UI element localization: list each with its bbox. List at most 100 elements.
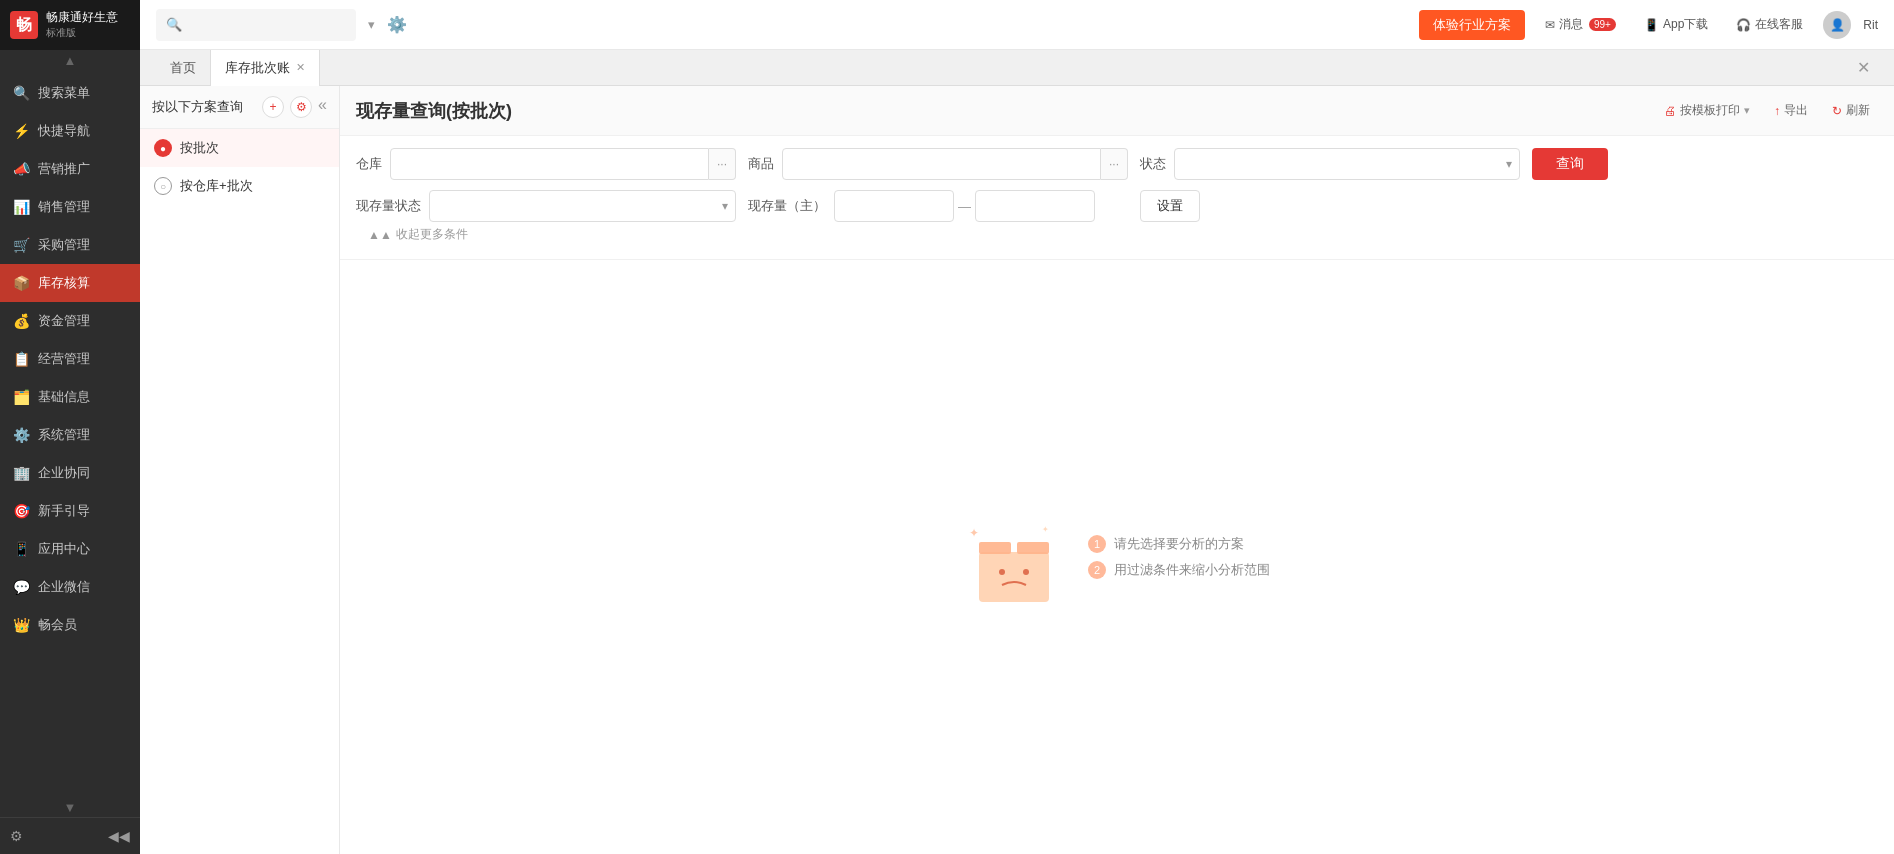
stock-qty-dash: — [958, 199, 971, 214]
message-icon: ✉ [1545, 18, 1555, 32]
sidebar-item-operations-label: 经营管理 [38, 350, 90, 368]
sidebar-item-guide-label: 新手引导 [38, 502, 90, 520]
sidebar-item-guide[interactable]: 🎯 新手引导 [0, 492, 140, 530]
app-download-button[interactable]: 📱 App下载 [1636, 12, 1716, 37]
stock-qty-filter: 现存量（主） — [748, 190, 1128, 222]
sidebar-item-marketing[interactable]: 📣 营销推广 [0, 150, 140, 188]
settings-button[interactable]: 设置 [1140, 190, 1200, 222]
product-more-button[interactable]: ··· [1101, 148, 1128, 180]
stock-status-label: 现存量状态 [356, 197, 421, 215]
appstore-icon: 📱 [12, 540, 30, 558]
sidebar-item-appstore[interactable]: 📱 应用中心 [0, 530, 140, 568]
tab-home[interactable]: 首页 [156, 50, 211, 86]
app-download-icon: 📱 [1644, 18, 1659, 32]
system-icon: ⚙️ [12, 426, 30, 444]
sidebar-item-enterprise[interactable]: 🏢 企业协同 [0, 454, 140, 492]
svg-rect-2 [1017, 542, 1049, 554]
sidebar-item-search[interactable]: 🔍 搜索菜单 [0, 74, 140, 112]
sidebar-item-system[interactable]: ⚙️ 系统管理 [0, 416, 140, 454]
stock-qty-range: — [834, 190, 1128, 222]
sidebar-item-purchase-label: 采购管理 [38, 236, 90, 254]
sidebar-item-basic[interactable]: 🗂️ 基础信息 [0, 378, 140, 416]
guide-icon: 🎯 [12, 502, 30, 520]
status-filter-label: 状态 [1140, 155, 1166, 173]
topbar-search-input[interactable] [186, 17, 346, 32]
scheme-item-warehouse-batch-label: 按仓库+批次 [180, 177, 253, 195]
export-label: 导出 [1784, 102, 1808, 119]
add-scheme-button[interactable]: + [262, 96, 284, 118]
sidebar-item-enterprise-label: 企业协同 [38, 464, 90, 482]
scheme-settings-button[interactable]: ⚙ [290, 96, 312, 118]
collapse-sidebar-button[interactable]: ◀◀ [108, 828, 130, 844]
print-dropdown-icon[interactable]: ▾ [1744, 104, 1750, 117]
lightning-icon: ⚡ [12, 122, 30, 140]
hint-1-text: 请先选择要分析的方案 [1114, 535, 1244, 553]
print-label: 按模板打印 [1680, 102, 1740, 119]
sidebar-scroll-up[interactable]: ▲ [0, 50, 140, 70]
scheme-item-warehouse-batch[interactable]: ○ 按仓库+批次 [140, 167, 339, 205]
message-button[interactable]: ✉ 消息 99+ [1537, 12, 1624, 37]
online-service-button[interactable]: 🎧 在线客服 [1728, 12, 1811, 37]
svg-rect-0 [979, 552, 1049, 602]
stock-qty-max-input[interactable] [975, 190, 1095, 222]
search-icon: 🔍 [166, 17, 182, 32]
hint-1-number: 1 [1088, 535, 1106, 553]
settings-footer-button[interactable]: ⚙ [10, 828, 23, 844]
sidebar-item-finance[interactable]: 💰 资金管理 [0, 302, 140, 340]
svg-text:✦: ✦ [969, 526, 979, 540]
warehouse-filter: 仓库 ··· [356, 148, 736, 180]
sidebar-item-purchase[interactable]: 🛒 采购管理 [0, 226, 140, 264]
filter-row-1: 仓库 ··· 商品 ··· 状态 [356, 148, 1878, 180]
sidebar-item-inventory[interactable]: 📦 库存核算 [0, 264, 140, 302]
scheme-panel: 按以下方案查询 + ⚙ « ● 按批次 ○ 按仓库+批次 [140, 86, 340, 854]
tab-home-label: 首页 [170, 59, 196, 77]
chevron-up-icon: ▲▲ [368, 228, 392, 242]
topbar-settings-button[interactable]: ⚙️ [387, 15, 407, 34]
trial-solution-button[interactable]: 体验行业方案 [1419, 10, 1525, 40]
sidebar-item-inventory-label: 库存核算 [38, 274, 90, 292]
username-label[interactable]: Rit [1863, 18, 1878, 32]
collapse-filter-label: 收起更多条件 [396, 226, 468, 243]
warehouse-more-button[interactable]: ··· [709, 148, 736, 180]
sidebar-item-member[interactable]: 👑 畅会员 [0, 606, 140, 644]
app-title: 畅康通好生意 [46, 10, 118, 26]
query-button[interactable]: 查询 [1532, 148, 1608, 180]
sidebar-item-quicknav-label: 快捷导航 [38, 122, 90, 140]
sidebar-item-marketing-label: 营销推广 [38, 160, 90, 178]
sidebar-item-sales-label: 销售管理 [38, 198, 90, 216]
warehouse-filter-input[interactable] [390, 148, 709, 180]
sidebar-item-member-label: 畅会员 [38, 616, 77, 634]
tab-batch-account[interactable]: 库存批次账 ✕ [211, 50, 320, 86]
sidebar-scroll-down[interactable]: ▼ [0, 797, 140, 817]
stock-qty-min-input[interactable] [834, 190, 954, 222]
status-filter-select[interactable] [1174, 148, 1520, 180]
product-filter-label: 商品 [748, 155, 774, 173]
page-title: 现存量查询(按批次) [356, 99, 512, 123]
scheme-dot-red: ● [154, 139, 172, 157]
operations-icon: 📋 [12, 350, 30, 368]
export-button[interactable]: ↑ 导出 [1766, 98, 1816, 123]
sidebar-item-operations[interactable]: 📋 经营管理 [0, 340, 140, 378]
topbar-dropdown-icon[interactable]: ▾ [368, 17, 375, 32]
print-button[interactable]: 🖨 按模板打印 ▾ [1656, 98, 1758, 123]
scheme-item-batch[interactable]: ● 按批次 [140, 129, 339, 167]
user-avatar[interactable]: 👤 [1823, 11, 1851, 39]
member-icon: 👑 [12, 616, 30, 634]
product-filter-input[interactable] [782, 148, 1101, 180]
topbar-search-box[interactable]: 🔍 [156, 9, 356, 41]
tabs-close-all-button[interactable]: ✕ [1849, 58, 1878, 77]
sidebar-item-wechat-label: 企业微信 [38, 578, 90, 596]
sidebar-item-wechat[interactable]: 💬 企业微信 [0, 568, 140, 606]
tab-batch-account-label: 库存批次账 [225, 59, 290, 77]
filter-row-2: 现存量状态 现存量（主） — [356, 190, 1878, 222]
status-filter: 状态 [1140, 148, 1520, 180]
sidebar-item-sales[interactable]: 📊 销售管理 [0, 188, 140, 226]
sidebar-item-quicknav[interactable]: ⚡ 快捷导航 [0, 112, 140, 150]
sidebar-item-finance-label: 资金管理 [38, 312, 90, 330]
svg-point-3 [999, 569, 1005, 575]
stock-status-select[interactable] [429, 190, 736, 222]
refresh-button[interactable]: ↻ 刷新 [1824, 98, 1878, 123]
collapse-filter-button[interactable]: ▲▲ 收起更多条件 [356, 222, 1878, 247]
collapse-scheme-button[interactable]: « [318, 96, 327, 118]
tab-batch-account-close[interactable]: ✕ [296, 61, 305, 74]
